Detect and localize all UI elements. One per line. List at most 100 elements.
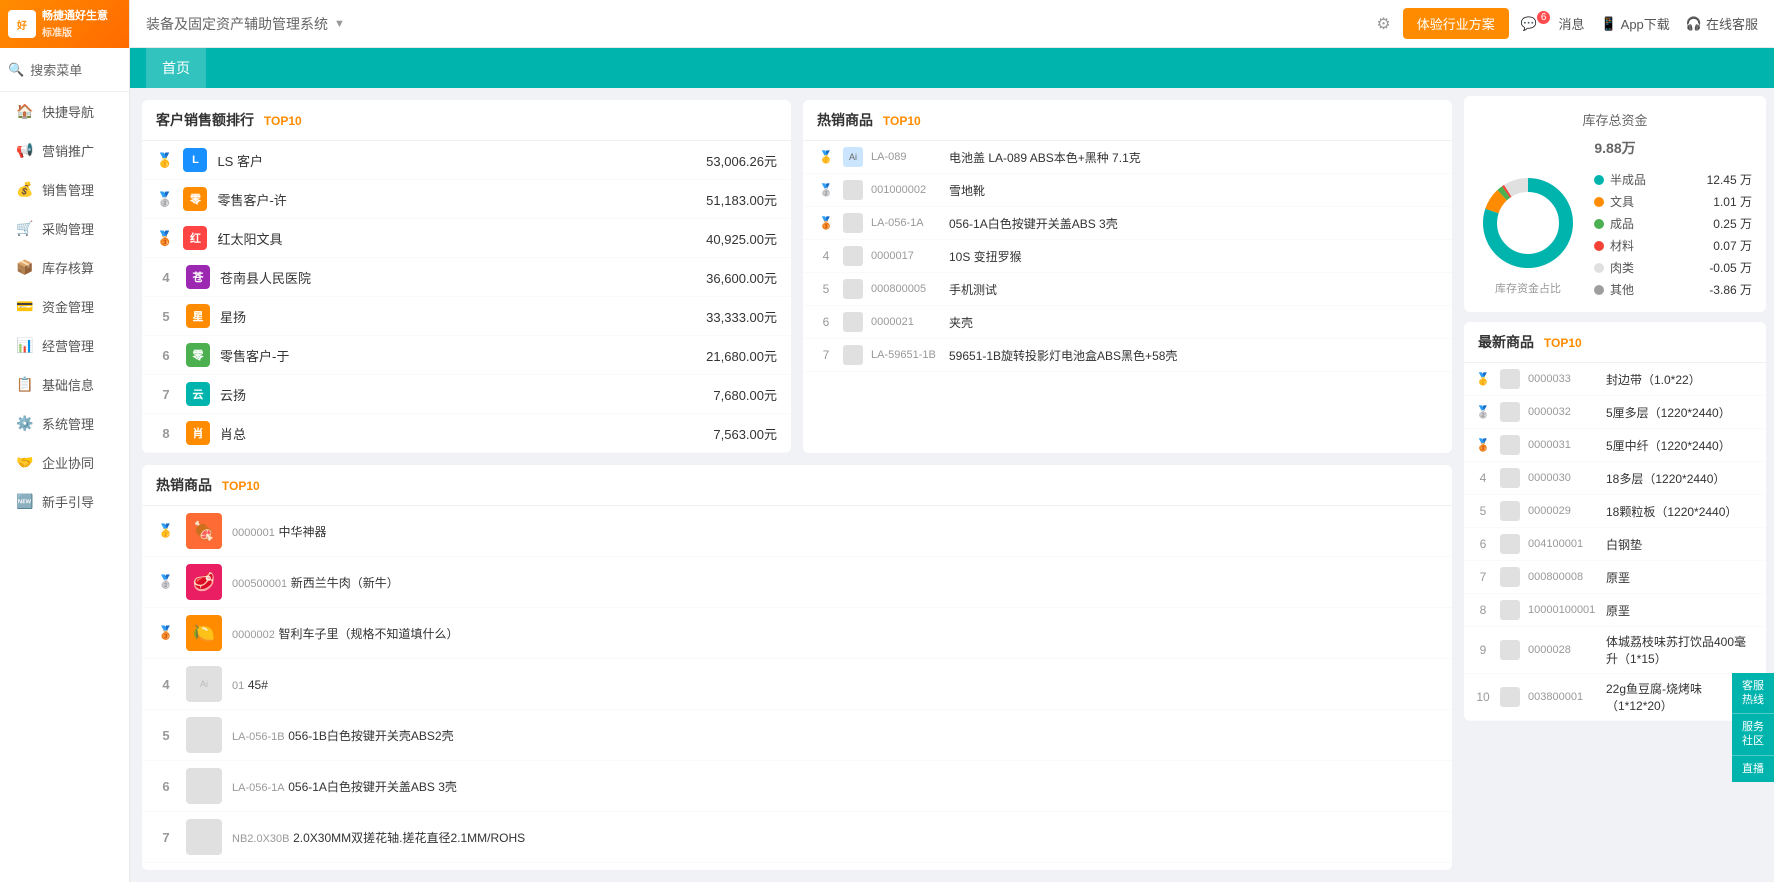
hot-info-5: LA-056-1B 056-1B白色按键开关壳ABS2壳 bbox=[232, 727, 1438, 744]
lr-code-3: 0000031 bbox=[1528, 439, 1598, 451]
hot-info-3: 0000002 智利车子里（规格不知道填什么） bbox=[232, 625, 1438, 642]
hot-info-7: NB2.0X30B 2.0X30MM双搓花轴.搓花直径2.1MM/ROHS bbox=[232, 829, 1438, 846]
hot-row-5: 5 LA-056-1B 056-1B白色按键开关壳ABS2壳 bbox=[142, 710, 1452, 761]
lr-code-9: 0000028 bbox=[1528, 644, 1598, 656]
hot-rank-2: 🥈 bbox=[156, 574, 176, 590]
hot-name-7: 2.0X30MM双搓花轴.搓花直径2.1MM/ROHS bbox=[293, 831, 525, 845]
lr-row-3: 🥉 0000031 5厘中纤（1220*2440） bbox=[1464, 429, 1766, 462]
hot-name-6: 056-1A白色按键开关盖ABS 3壳 bbox=[288, 780, 457, 794]
customer-ranking-header: 客户销售额排行 TOP10 bbox=[142, 100, 791, 141]
search-menu-button[interactable]: 🔍 搜索菜单 bbox=[8, 56, 121, 83]
legend-name-4: 材料 bbox=[1594, 237, 1634, 254]
float-service-panel: 客服热线 服务社区 直播 bbox=[1732, 673, 1774, 782]
nav-item-home[interactable]: 首页 bbox=[146, 48, 206, 88]
avatar-3: 红 bbox=[183, 226, 207, 250]
hot-info-1: 0000001 中华神器 bbox=[232, 523, 1438, 540]
inventory-legend: 半成品 12.45 万 文具 1.01 万 成品 0.25 万 材料 bbox=[1594, 171, 1752, 298]
hot-info-4: 01 45# bbox=[232, 677, 1438, 692]
lr-name-8: 原垩 bbox=[1606, 602, 1756, 619]
hot-products-list: 🥇 🍖 0000001 中华神器 🥈 🥩 bbox=[142, 506, 1452, 870]
customer-service-hotline-button[interactable]: 客服热线 bbox=[1732, 673, 1774, 715]
inventory-chart-label: 库存资金占比 bbox=[1478, 280, 1578, 296]
hot-name-4: 45# bbox=[248, 678, 268, 692]
lr-code-7: 000800008 bbox=[1528, 571, 1598, 583]
hot-rank-7: 7 bbox=[156, 830, 176, 845]
rank-num-7: 7 bbox=[156, 387, 176, 402]
avatar-4: 苍 bbox=[186, 265, 210, 289]
best-selling-panel: 热销商品 TOP10 🥇 Ai LA-089 电池盖 LA-089 ABS本色+… bbox=[803, 100, 1452, 453]
legend-dot-4 bbox=[1594, 241, 1604, 251]
lr-rank-1: 🥇 bbox=[1474, 372, 1492, 386]
lr-icon-2 bbox=[1500, 402, 1520, 422]
sidebar-item-operations[interactable]: 📊 经营管理 bbox=[0, 326, 129, 365]
legend-row-2: 文具 1.01 万 bbox=[1594, 193, 1752, 210]
sidebar-item-newbie[interactable]: 🆕 新手引导 bbox=[0, 482, 129, 521]
bs-code-6: 0000021 bbox=[871, 316, 941, 328]
sidebar-item-marketing[interactable]: 📢 营销推广 bbox=[0, 131, 129, 170]
inventory-amount: 9.88 bbox=[1594, 140, 1621, 156]
sidebar-item-shortcuts[interactable]: 🏠 快捷导航 bbox=[0, 92, 129, 131]
rank-row-3: 🥉 红 红太阳文具 40,925.00元 bbox=[142, 219, 791, 258]
service-community-button[interactable]: 服务社区 bbox=[1732, 714, 1774, 756]
sidebar-item-cooperation[interactable]: 🤝 企业协同 bbox=[0, 443, 129, 482]
bs-row-6: 6 0000021 夹壳 bbox=[803, 306, 1452, 339]
lr-icon-8 bbox=[1500, 600, 1520, 620]
hot-code-5: LA-056-1B bbox=[232, 731, 285, 743]
hot-img-2: 🥩 bbox=[186, 564, 222, 600]
topbar: 装备及固定资产辅助管理系统 ▼ ⚙ 体验行业方案 💬 6 消息 📱 App下载 … bbox=[130, 0, 1774, 48]
hot-rank-1: 🥇 bbox=[156, 523, 176, 539]
customer-name-3: 红太阳文具 bbox=[217, 229, 696, 248]
legend-dot-2 bbox=[1594, 197, 1604, 207]
hot-row-2: 🥈 🥩 000500001 新西兰牛肉（新牛） bbox=[142, 557, 1452, 608]
legend-name-6: 其他 bbox=[1594, 281, 1634, 298]
sidebar-item-finance[interactable]: 💳 资金管理 bbox=[0, 287, 129, 326]
lr-icon-6 bbox=[1500, 534, 1520, 554]
message-button[interactable]: 💬 6 消息 bbox=[1521, 14, 1585, 33]
online-service-button[interactable]: 🎧 在线客服 bbox=[1686, 14, 1758, 33]
logo-title: 畅捷通好生意 bbox=[42, 9, 108, 23]
lr-name-5: 18颗粒板（1220*2440） bbox=[1606, 503, 1756, 520]
trial-plan-button[interactable]: 体验行业方案 bbox=[1403, 8, 1509, 39]
bs-rank-2: 🥈 bbox=[817, 183, 835, 197]
lr-row-2: 🥈 0000032 5厘多层（1220*2440） bbox=[1464, 396, 1766, 429]
live-stream-button[interactable]: 直播 bbox=[1732, 756, 1774, 782]
sidebar-item-inventory[interactable]: 📦 库存核算 bbox=[0, 248, 129, 287]
message-icon: 💬 bbox=[1521, 16, 1537, 32]
latest-top-tag: TOP10 bbox=[1544, 336, 1582, 350]
bs-row-3: 🥉 LA-056-1A 056-1A白色按键开关盖ABS 3壳 bbox=[803, 207, 1452, 240]
lr-name-7: 原垩 bbox=[1606, 569, 1756, 586]
lr-rank-8: 8 bbox=[1474, 603, 1492, 617]
hot-img-5 bbox=[186, 717, 222, 753]
lr-row-5: 5 0000029 18颗粒板（1220*2440） bbox=[1464, 495, 1766, 528]
settings-icon[interactable]: ⚙ bbox=[1376, 14, 1390, 34]
customer-ranking-list: 🥇 L LS 客户 53,006.26元 🥈 零 零售客户-许 51,183.0… bbox=[142, 141, 791, 453]
sidebar-item-label: 营销推广 bbox=[42, 141, 94, 160]
dropdown-arrow-icon: ▼ bbox=[334, 18, 345, 30]
hot-rank-5: 5 bbox=[156, 728, 176, 743]
bs-icon-7 bbox=[843, 345, 863, 365]
lr-code-2: 0000032 bbox=[1528, 406, 1598, 418]
hot-img-6 bbox=[186, 768, 222, 804]
legend-name-5: 肉类 bbox=[1594, 259, 1634, 276]
sidebar-item-system[interactable]: ⚙️ 系统管理 bbox=[0, 404, 129, 443]
sidebar-item-label: 快捷导航 bbox=[42, 102, 94, 121]
system-icon: ⚙️ bbox=[16, 415, 34, 433]
legend-name-3: 成品 bbox=[1594, 215, 1634, 232]
avatar-5: 星 bbox=[186, 304, 210, 328]
sidebar-item-sales[interactable]: 💰 销售管理 bbox=[0, 170, 129, 209]
sidebar-item-purchase[interactable]: 🛒 采购管理 bbox=[0, 209, 129, 248]
lr-name-2: 5厘多层（1220*2440） bbox=[1606, 404, 1756, 421]
best-selling-list: 🥇 Ai LA-089 电池盖 LA-089 ABS本色+黑种 7.1克 🥈 0… bbox=[803, 141, 1452, 372]
avatar-6: 零 bbox=[186, 343, 210, 367]
bs-name-3: 056-1A白色按键开关盖ABS 3壳 bbox=[949, 215, 1438, 232]
topbar-right-area: 💬 6 消息 📱 App下载 🎧 在线客服 bbox=[1521, 14, 1758, 33]
donut-chart-svg bbox=[1478, 173, 1578, 273]
bs-icon-3 bbox=[843, 213, 863, 233]
legend-name-1: 半成品 bbox=[1594, 171, 1646, 188]
rank-num-4: 4 bbox=[156, 270, 176, 285]
latest-products-header: 最新商品 TOP10 bbox=[1464, 322, 1766, 363]
sidebar-item-basics[interactable]: 📋 基础信息 bbox=[0, 365, 129, 404]
app-download-button[interactable]: 📱 App下载 bbox=[1600, 14, 1669, 33]
lr-rank-3: 🥉 bbox=[1474, 438, 1492, 452]
cooperation-icon: 🤝 bbox=[16, 454, 34, 472]
